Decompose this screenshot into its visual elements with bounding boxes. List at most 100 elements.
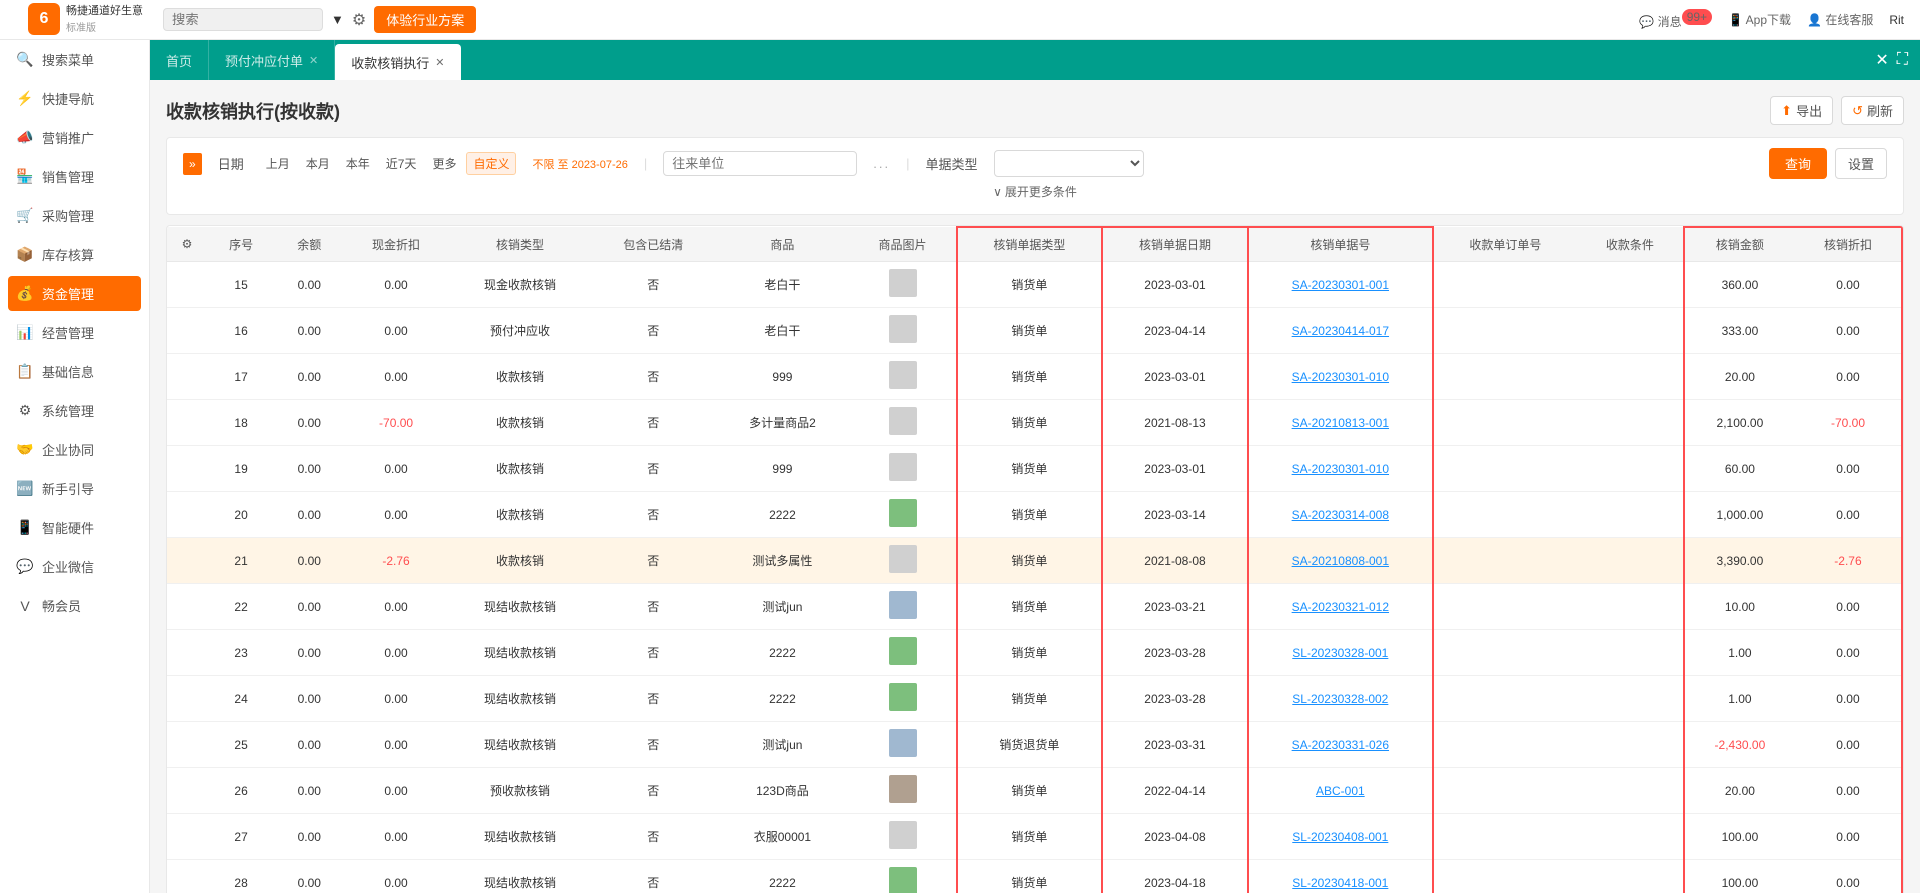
date-opt-7days[interactable]: 近7天 (380, 153, 423, 174)
cell-voucher-no[interactable]: SA-20230301-010 (1248, 354, 1433, 400)
table-row: 17 0.00 0.00 收款核销 否 999 销货单 2023-03-01 S… (167, 354, 1902, 400)
cell-cancel-amount: -2,430.00 (1684, 722, 1795, 768)
cell-balance: 0.00 (275, 400, 343, 446)
tab-prepay-label: 预付冲应付单 (225, 51, 303, 70)
page-inner: 收款核销执行(按收款) ⬆ 导出 ↺ 刷新 (150, 80, 1920, 893)
sidebar-item-guide[interactable]: 🆕 新手引导 (0, 469, 149, 508)
refresh-button[interactable]: ↺ 刷新 (1841, 96, 1904, 125)
sidebar-item-enterprise[interactable]: 🤝 企业协同 (0, 430, 149, 469)
voucher-no-link[interactable]: SA-20210808-001 (1292, 554, 1389, 568)
voucher-type-select[interactable] (994, 150, 1144, 177)
voucher-no-link[interactable]: SL-20230328-002 (1292, 692, 1388, 706)
voucher-no-link[interactable]: SA-20230331-026 (1292, 738, 1389, 752)
cell-voucher-no[interactable]: ABC-001 (1248, 768, 1433, 814)
voucher-no-link[interactable]: SL-20230328-001 (1292, 646, 1388, 660)
settings-button[interactable]: 设置 (1835, 148, 1887, 179)
cell-payment-terms (1577, 354, 1684, 400)
sidebar-item-hardware[interactable]: 📱 智能硬件 (0, 508, 149, 547)
cell-product-img (850, 446, 957, 492)
voucher-no-link[interactable]: SL-20230408-001 (1292, 830, 1388, 844)
tab-prepay[interactable]: 预付冲应付单 ✕ (209, 40, 335, 80)
col-product-img: 商品图片 (850, 227, 957, 262)
cell-cancel-type: 现结收款核销 (449, 676, 592, 722)
cell-voucher-no[interactable]: SA-20230301-001 (1248, 262, 1433, 308)
cell-cancel-type: 收款核销 (449, 538, 592, 584)
cell-voucher-date: 2021-08-13 (1102, 400, 1248, 446)
query-button[interactable]: 查询 (1769, 148, 1827, 179)
voucher-no-link[interactable]: SA-20230301-010 (1292, 462, 1389, 476)
tab-home[interactable]: 首页 (150, 40, 209, 80)
sidebar-item-basic-info[interactable]: 📋 基础信息 (0, 352, 149, 391)
cell-collection-order (1433, 860, 1577, 893)
cell-cancel-amount: 1,000.00 (1684, 492, 1795, 538)
cell-included: 否 (591, 354, 715, 400)
voucher-no-link[interactable]: SA-20210813-001 (1292, 416, 1389, 430)
voucher-no-link[interactable]: ABC-001 (1316, 784, 1365, 798)
filter-expand-button[interactable]: » (183, 153, 202, 175)
cell-voucher-no[interactable]: SL-20230328-002 (1248, 676, 1433, 722)
export-button[interactable]: ⬆ 导出 (1770, 96, 1833, 125)
top-search-input[interactable] (163, 8, 323, 31)
cell-payment-terms (1577, 768, 1684, 814)
sidebar-item-member[interactable]: V 畅会员 (0, 586, 149, 625)
cell-voucher-no[interactable]: SL-20230328-001 (1248, 630, 1433, 676)
voucher-no-link[interactable]: SA-20230414-017 (1292, 324, 1389, 338)
col-settings[interactable]: ⚙ (167, 227, 207, 262)
expand-conditions-button[interactable]: ∨ 展开更多条件 (993, 183, 1077, 200)
inventory-icon: 📦 (16, 246, 34, 263)
voucher-no-link[interactable]: SA-20230321-012 (1292, 600, 1389, 614)
column-settings-icon[interactable]: ⚙ (182, 237, 193, 251)
voucher-no-link[interactable]: SA-20230301-001 (1292, 278, 1389, 292)
date-opt-more[interactable]: 更多 (426, 153, 462, 174)
industry-solution-button[interactable]: 体验行业方案 (374, 6, 476, 33)
purchase-icon: 🛒 (16, 207, 34, 224)
sidebar-item-wechat[interactable]: 💬 企业微信 (0, 547, 149, 586)
expand-window-icon[interactable]: ⛶ (1897, 51, 1908, 69)
table-row: 22 0.00 0.00 现结收款核销 否 测试jun 销货单 2023-03-… (167, 584, 1902, 630)
cell-voucher-no[interactable]: SA-20230301-010 (1248, 446, 1433, 492)
partner-input[interactable] (663, 151, 857, 176)
sidebar-item-system[interactable]: ⚙ 系统管理 (0, 391, 149, 430)
date-opt-this-month[interactable]: 本月 (300, 153, 336, 174)
sidebar-item-inventory[interactable]: 📦 库存核算 (0, 235, 149, 274)
app-download-link[interactable]: 📱 App下载 (1728, 11, 1791, 28)
date-opt-last-month[interactable]: 上月 (260, 153, 296, 174)
sidebar-item-purchase[interactable]: 🛒 采购管理 (0, 196, 149, 235)
messages-icon[interactable]: 💬 消息99+ (1639, 10, 1712, 30)
gear-icon[interactable]: ⚙ (352, 10, 366, 30)
sidebar-item-sales[interactable]: 🏪 销售管理 (0, 157, 149, 196)
sidebar-item-operations[interactable]: 📊 经营管理 (0, 313, 149, 352)
cell-voucher-no[interactable]: SL-20230418-001 (1248, 860, 1433, 893)
cell-voucher-no[interactable]: SA-20210808-001 (1248, 538, 1433, 584)
cell-voucher-no[interactable]: SL-20230408-001 (1248, 814, 1433, 860)
sidebar-item-finance[interactable]: 💰 资金管理 (8, 276, 141, 311)
user-name[interactable]: Rit (1889, 13, 1904, 27)
cell-voucher-type: 销货单 (957, 308, 1103, 354)
close-collection-tab-icon[interactable]: ✕ (435, 56, 444, 69)
cell-voucher-no[interactable]: SA-20230314-008 (1248, 492, 1433, 538)
sidebar-item-marketing[interactable]: 📣 营销推广 (0, 118, 149, 157)
date-opt-this-year[interactable]: 本年 (340, 153, 376, 174)
tab-collection[interactable]: 收款核销执行 ✕ (335, 44, 461, 80)
cell-voucher-no[interactable]: SA-20230321-012 (1248, 584, 1433, 630)
col-balance: 余额 (275, 227, 343, 262)
cell-voucher-no[interactable]: SA-20230331-026 (1248, 722, 1433, 768)
online-service-link[interactable]: 👤 在线客服 (1807, 11, 1873, 28)
cell-payment-terms (1577, 814, 1684, 860)
voucher-no-link[interactable]: SL-20230418-001 (1292, 876, 1388, 890)
sidebar-item-search[interactable]: 🔍 搜索菜单 (0, 40, 149, 79)
cell-voucher-no[interactable]: SA-20210813-001 (1248, 400, 1433, 446)
voucher-no-link[interactable]: SA-20230314-008 (1292, 508, 1389, 522)
data-table: ⚙ 序号 余额 现金折扣 核销类型 包含已结清 商品 商品图片 核销单据类型 (167, 226, 1903, 893)
cell-cancel-type: 现结收款核销 (449, 814, 592, 860)
voucher-no-link[interactable]: SA-20230301-010 (1292, 370, 1389, 384)
close-prepay-tab-icon[interactable]: ✕ (309, 54, 318, 67)
cell-voucher-no[interactable]: SA-20230414-017 (1248, 308, 1433, 354)
sidebar-menu: 🔍 搜索菜单 ⚡ 快捷导航 📣 营销推广 🏪 销售管理 🛒 采购管理 📦 (0, 40, 149, 893)
sidebar-label-marketing: 营销推广 (42, 128, 94, 147)
close-window-icon[interactable]: ✕ (1875, 50, 1888, 70)
date-opt-custom[interactable]: 自定义 (466, 152, 516, 175)
cell-voucher-date: 2023-03-31 (1102, 722, 1248, 768)
sidebar-item-quicknav[interactable]: ⚡ 快捷导航 (0, 79, 149, 118)
cell-included: 否 (591, 584, 715, 630)
